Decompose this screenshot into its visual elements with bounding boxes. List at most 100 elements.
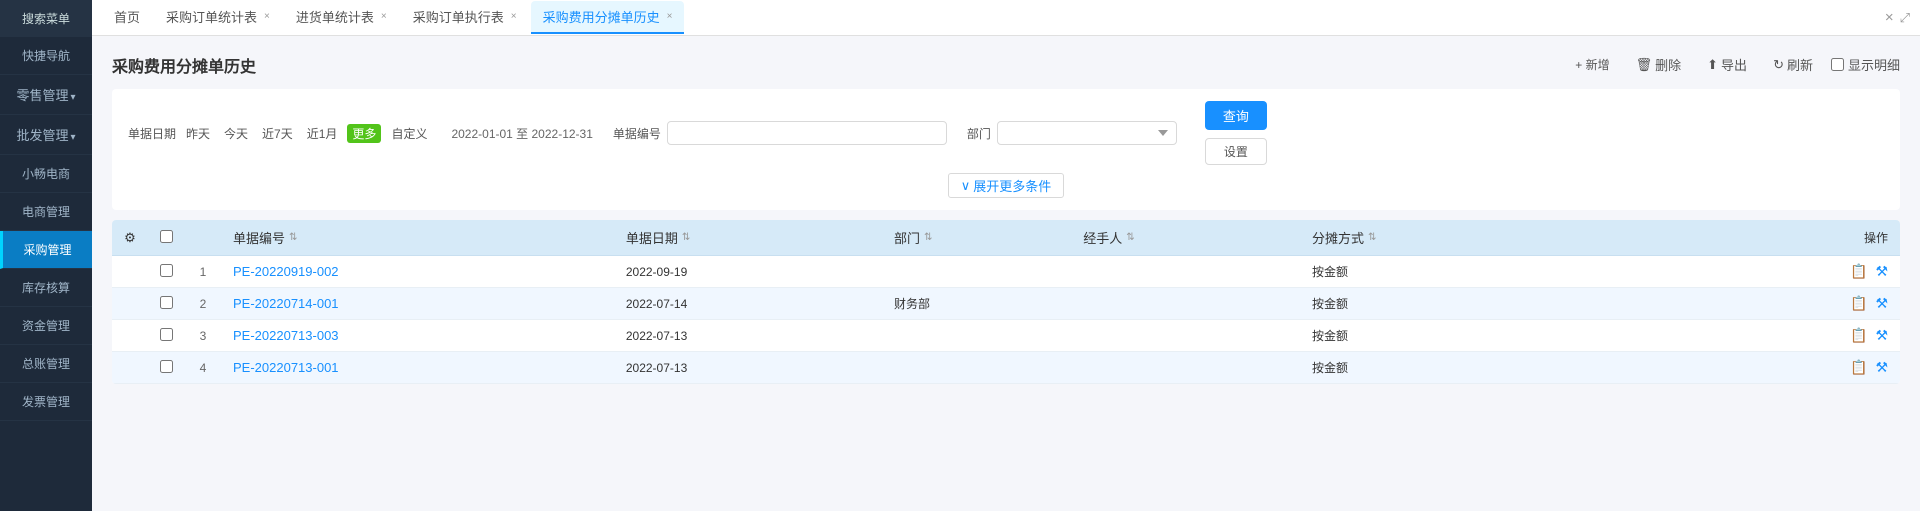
th-gear[interactable]: ⚙ — [112, 220, 148, 256]
cell-check-0[interactable] — [148, 256, 185, 288]
sidebar-item-ecommerce[interactable]: 电商管理 — [0, 193, 92, 231]
doc-link-2[interactable]: PE-20220713-003 — [233, 328, 339, 343]
sidebar-item-ledger[interactable]: 总账管理 — [0, 345, 92, 383]
table-row: 1 PE-20220919-002 2022-09-19 按金额 📋 ⚒ — [112, 256, 1900, 288]
th-handler[interactable]: 经手人 ⇅ — [1071, 220, 1300, 256]
th-num — [185, 220, 221, 256]
filter-section: 单据日期 昨天 今天 近7天 近1月 更多 自定义 2022-01-01 至 2… — [112, 89, 1900, 210]
sidebar-item-inventory[interactable]: 库存核算 — [0, 269, 92, 307]
docno-filter: 单据编号 — [613, 121, 947, 145]
view-icon-1[interactable]: 📋 — [1850, 295, 1867, 312]
cell-docno-2[interactable]: PE-20220713-003 — [221, 320, 614, 352]
cell-num-1: 2 — [185, 288, 221, 320]
date-custom[interactable]: 自定义 — [387, 124, 431, 143]
cell-date-1: 2022-07-14 — [614, 288, 882, 320]
sidebar-item-invoice[interactable]: 发票管理 — [0, 383, 92, 421]
sidebar-item-nav[interactable]: 快捷导航 — [0, 37, 92, 75]
dept-select[interactable] — [997, 121, 1177, 145]
cell-check-3[interactable] — [148, 352, 185, 384]
cell-gear-2 — [112, 320, 148, 352]
tab-window-actions: × ⤢ — [1885, 9, 1910, 26]
sidebar-item-wholesale[interactable]: 批发管理▾ — [0, 115, 92, 155]
edit-icon-1[interactable]: ⚒ — [1875, 295, 1888, 312]
dept-filter: 部门 — [967, 121, 1177, 145]
refresh-button[interactable]: ↻ 刷新 — [1765, 52, 1821, 77]
docno-input[interactable] — [667, 121, 947, 145]
export-button[interactable]: ⬆ 导出 — [1699, 52, 1755, 77]
cell-docno-3[interactable]: PE-20220713-001 — [221, 352, 614, 384]
view-icon-2[interactable]: 📋 — [1850, 327, 1867, 344]
edit-icon-3[interactable]: ⚒ — [1875, 359, 1888, 376]
tab-home[interactable]: 首页 — [102, 1, 152, 34]
view-icon-0[interactable]: 📋 — [1850, 263, 1867, 280]
edit-icon-0[interactable]: ⚒ — [1875, 263, 1888, 280]
th-dept[interactable]: 部门 ⇅ — [882, 220, 1071, 256]
dept-filter-label: 部门 — [967, 125, 991, 142]
toolbar-actions: + 新增 🗑 删除 ⬆ 导出 ↻ 刷新 显示明细 — [1567, 52, 1900, 77]
edit-icon-2[interactable]: ⚒ — [1875, 327, 1888, 344]
date-more[interactable]: 更多 — [347, 124, 381, 143]
close-tab-po-stats[interactable]: × — [264, 11, 270, 22]
cell-handler-0 — [1071, 256, 1300, 288]
minimize-icon[interactable]: × — [1885, 9, 1894, 26]
cell-docno-1[interactable]: PE-20220714-001 — [221, 288, 614, 320]
sidebar-search[interactable]: 搜索菜单 — [0, 0, 92, 37]
filter-row: 单据日期 昨天 今天 近7天 近1月 更多 自定义 2022-01-01 至 2… — [128, 101, 1884, 165]
sidebar-item-finance[interactable]: 资金管理 — [0, 307, 92, 345]
query-button[interactable]: 查询 — [1205, 101, 1267, 130]
delete-button[interactable]: 🗑 删除 — [1628, 52, 1690, 77]
close-tab-cost-history[interactable]: × — [667, 11, 673, 22]
page-header: 采购费用分摊单历史 + 新增 🗑 删除 ⬆ 导出 ↻ 刷新 显示明细 — [112, 52, 1900, 77]
sidebar-item-purchase[interactable]: 采购管理 — [0, 231, 92, 269]
page-title: 采购费用分摊单历史 — [112, 53, 256, 77]
th-doc-no[interactable]: 单据编号 ⇅ — [221, 220, 614, 256]
sort-icon-doc-date: ⇅ — [682, 232, 690, 243]
close-tab-po-exec[interactable]: × — [511, 11, 517, 22]
sort-icon-doc-no: ⇅ — [289, 232, 297, 243]
tab-po-stats[interactable]: 采购订单统计表 × — [154, 1, 282, 34]
doc-link-0[interactable]: PE-20220919-002 — [233, 264, 339, 279]
cell-check-2[interactable] — [148, 320, 185, 352]
date-range-display: 2022-01-01 至 2022-12-31 — [451, 125, 592, 142]
select-all-checkbox[interactable] — [160, 230, 173, 243]
table-row: 4 PE-20220713-001 2022-07-13 按金额 📋 ⚒ — [112, 352, 1900, 384]
date-7days[interactable]: 近7天 — [258, 124, 297, 143]
data-table: ⚙ 单据编号 ⇅ — [112, 220, 1900, 384]
sidebar: 搜索菜单 快捷导航 零售管理▾ 批发管理▾ 小畅电商 电商管理 采购管理 库存核… — [0, 0, 92, 511]
tab-cost-history[interactable]: 采购费用分摊单历史 × — [531, 1, 685, 34]
cell-check-1[interactable] — [148, 288, 185, 320]
cell-docno-0[interactable]: PE-20220919-002 — [221, 256, 614, 288]
add-button[interactable]: + 新增 — [1567, 53, 1617, 76]
cell-action-3: 📋 ⚒ — [1800, 352, 1900, 384]
tab-po-exec[interactable]: 采购订单执行表 × — [401, 1, 529, 34]
sidebar-item-ecommerce-small[interactable]: 小畅电商 — [0, 155, 92, 193]
view-icon-3[interactable]: 📋 — [1850, 359, 1867, 376]
date-yesterday[interactable]: 昨天 — [182, 124, 214, 143]
close-tab-receipt-stats[interactable]: × — [381, 11, 387, 22]
table-row: 2 PE-20220714-001 2022-07-14 财务部 按金额 📋 ⚒ — [112, 288, 1900, 320]
date-shortcuts: 昨天 今天 近7天 近1月 更多 自定义 — [182, 124, 431, 143]
th-split-method[interactable]: 分摊方式 ⇅ — [1300, 220, 1800, 256]
tab-receipt-stats[interactable]: 进货单统计表 × — [284, 1, 399, 34]
settings-button[interactable]: 设置 — [1205, 138, 1267, 165]
doc-link-1[interactable]: PE-20220714-001 — [233, 296, 339, 311]
date-1month[interactable]: 近1月 — [303, 124, 342, 143]
cell-action-0: 📋 ⚒ — [1800, 256, 1900, 288]
cell-num-3: 4 — [185, 352, 221, 384]
th-action: 操作 — [1800, 220, 1900, 256]
cell-split-2: 按金额 — [1300, 320, 1800, 352]
show-columns-checkbox[interactable]: 显示明细 — [1831, 55, 1900, 74]
th-doc-date[interactable]: 单据日期 ⇅ — [614, 220, 882, 256]
cell-num-2: 3 — [185, 320, 221, 352]
doc-link-3[interactable]: PE-20220713-001 — [233, 360, 339, 375]
sort-icon-dept: ⇅ — [924, 232, 932, 243]
expand-more-button[interactable]: ∨ 展开更多条件 — [948, 173, 1065, 198]
gear-icon[interactable]: ⚙ — [124, 230, 136, 245]
table-row: 3 PE-20220713-003 2022-07-13 按金额 📋 ⚒ — [112, 320, 1900, 352]
date-today[interactable]: 今天 — [220, 124, 252, 143]
th-check[interactable] — [148, 220, 185, 256]
cell-action-1: 📋 ⚒ — [1800, 288, 1900, 320]
sidebar-item-retail[interactable]: 零售管理▾ — [0, 75, 92, 115]
cell-dept-1: 财务部 — [882, 288, 1071, 320]
maximize-icon[interactable]: ⤢ — [1900, 10, 1910, 26]
